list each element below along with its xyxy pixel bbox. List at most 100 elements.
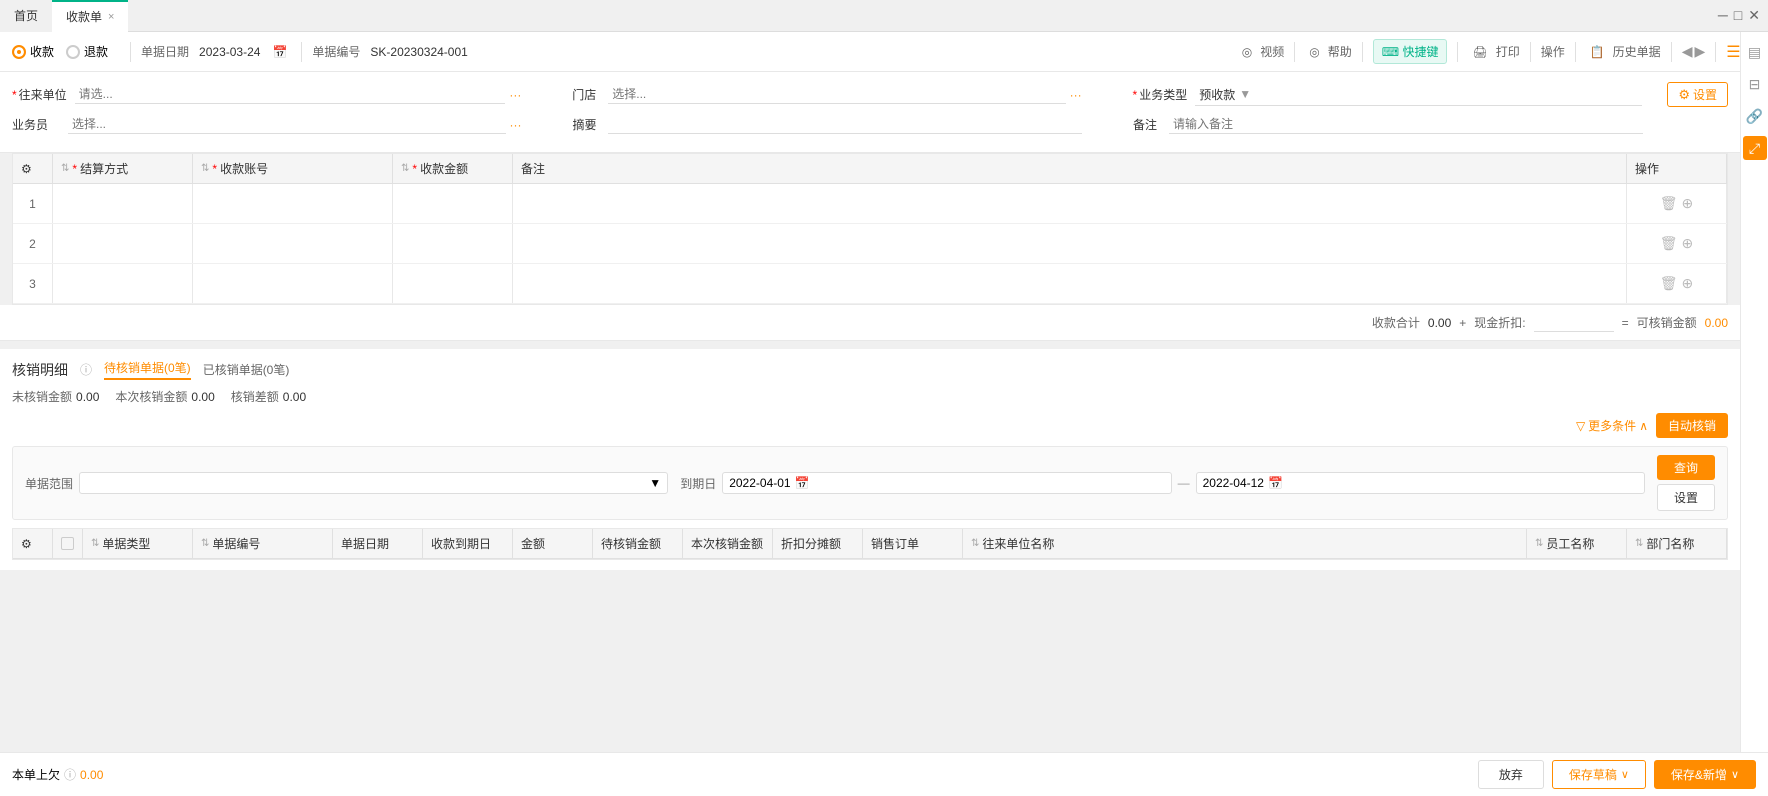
bth-settings[interactable]: ⚙: [13, 529, 53, 558]
row-3-num: 3: [13, 264, 53, 303]
row-2-copy-icon[interactable]: ⊕: [1682, 235, 1694, 252]
query-button[interactable]: 查询: [1657, 455, 1715, 480]
bill-range-select[interactable]: ▼: [79, 472, 668, 494]
save-draft-button[interactable]: 保存草稿 ∨: [1552, 760, 1646, 789]
tab-close-icon[interactable]: ×: [108, 1, 114, 33]
sidebar-link-icon[interactable]: 🔗: [1743, 104, 1767, 128]
verify-info-icon[interactable]: ⓘ: [80, 361, 92, 378]
divider-7: [1575, 42, 1576, 62]
partner-label: 往来单位: [19, 86, 75, 103]
row-1-settlement[interactable]: [53, 184, 193, 223]
bill-range-label: 单据范围: [25, 475, 73, 492]
staff-more-icon[interactable]: ···: [510, 118, 522, 132]
shop-input[interactable]: [608, 85, 1065, 104]
settings-button[interactable]: ⚙ 设置: [1667, 82, 1728, 107]
row-2-num: 2: [13, 224, 53, 263]
receipt-table: ⚙ ⇅ * 结算方式 ⇅ * 收款账号 ⇅ * 收款金额 备注 操作: [12, 153, 1728, 305]
receipt-radio[interactable]: 收款: [12, 43, 54, 60]
close-icon[interactable]: ✕: [1748, 7, 1760, 24]
tab-bar: 首页 收款单 × ─ □ ✕: [0, 0, 1768, 32]
th-settings[interactable]: ⚙: [13, 154, 53, 183]
save-new-label: 保存&新增: [1671, 766, 1727, 783]
prev-arrow[interactable]: ◀: [1682, 43, 1693, 60]
this-order-info-icon[interactable]: ⓘ: [64, 766, 76, 783]
minimize-icon[interactable]: ─: [1718, 7, 1728, 24]
history-icon[interactable]: 📋: [1586, 43, 1609, 61]
uncancelled-label: 未核销金额: [12, 388, 72, 405]
help-icon[interactable]: ◎: [1305, 43, 1323, 61]
row-1-delete-icon[interactable]: 🗑: [1660, 195, 1678, 212]
more-conditions-btn[interactable]: ▽ 更多条件 ∧: [1576, 417, 1648, 434]
diff-label: 核销差额: [231, 388, 279, 405]
row-2-amount[interactable]: [393, 224, 513, 263]
form-row-2: 业务员 ··· 摘要 备注: [12, 115, 1728, 134]
filter-icon: ▽: [1576, 419, 1585, 433]
row-3-delete-icon[interactable]: 🗑: [1660, 275, 1678, 292]
main-toolbar: 收款 退款 单据日期 2023-03-24 📅 单据编号 SK-20230324…: [0, 32, 1768, 72]
staff-input[interactable]: [68, 115, 506, 134]
row-3-remark[interactable]: [513, 264, 1627, 303]
row-3-amount[interactable]: [393, 264, 513, 303]
nav-arrows: ◀ ▶: [1682, 43, 1706, 60]
row-3-settlement[interactable]: [53, 264, 193, 303]
shortcut-btn[interactable]: ⌨ 快捷键: [1373, 39, 1448, 64]
calendar-to-icon: 📅: [1268, 476, 1283, 490]
refund-radio[interactable]: 退款: [66, 43, 108, 60]
date-label: 单据日期: [141, 43, 189, 60]
row-2-delete-icon[interactable]: 🗑: [1660, 235, 1678, 252]
row-1-remark[interactable]: [513, 184, 1627, 223]
divider-6: [1530, 42, 1531, 62]
tab-home[interactable]: 首页: [0, 0, 52, 32]
form-area: * 往来单位 ··· 门店 ··· * 业务类型 预收款 ▼: [0, 72, 1740, 153]
partner-input[interactable]: [75, 85, 506, 104]
biz-type-select[interactable]: 预收款 ▼: [1195, 84, 1642, 106]
bth-bill-type: ⇅ 单据类型: [83, 529, 193, 558]
shop-more-icon[interactable]: ···: [1070, 88, 1082, 102]
save-new-button[interactable]: 保存&新增 ∨: [1654, 760, 1756, 789]
print-icon[interactable]: 🖨: [1468, 43, 1491, 61]
row-2-remark[interactable]: [513, 224, 1627, 263]
summary-input[interactable]: [608, 115, 1082, 134]
pending-tab[interactable]: 待核销单据(0笔): [104, 359, 191, 380]
date-separator: —: [1178, 476, 1190, 490]
sidebar-list-icon[interactable]: ⊟: [1743, 72, 1767, 96]
row-1-amount[interactable]: [393, 184, 513, 223]
select-all-checkbox[interactable]: [61, 537, 74, 550]
row-3-account[interactable]: [193, 264, 393, 303]
row-2-account[interactable]: [193, 224, 393, 263]
shortcut-icon: ⌨: [1382, 45, 1399, 59]
verify-header: 核销明细 ⓘ 待核销单据(0笔) 已核销单据(0笔): [12, 359, 1728, 380]
sidebar-table-icon[interactable]: ▤: [1743, 40, 1767, 64]
filter-settings-button[interactable]: 设置: [1657, 484, 1715, 511]
current-cancel-label: 本次核销金额: [115, 388, 187, 405]
list-view-icon[interactable]: ☰: [1726, 42, 1740, 62]
abandon-button[interactable]: 放弃: [1478, 760, 1544, 789]
operation-label[interactable]: 操作: [1541, 43, 1565, 60]
summary-field: 摘要: [572, 115, 1082, 134]
current-cancel-value: 0.00: [191, 390, 214, 404]
row-1-copy-icon[interactable]: ⊕: [1682, 195, 1694, 212]
row-1-account[interactable]: [193, 184, 393, 223]
date-to-value: 2022-04-12: [1203, 476, 1264, 490]
footer: 本单上欠 ⓘ 0.00 放弃 保存草稿 ∨ 保存&新增 ∨: [0, 752, 1768, 796]
sidebar-expand-icon[interactable]: ⤢: [1743, 136, 1767, 160]
auto-verify-button[interactable]: 自动核销: [1656, 413, 1728, 438]
remark-input[interactable]: [1169, 115, 1643, 134]
discount-input[interactable]: [1534, 313, 1614, 332]
staff-field: 业务员 ···: [12, 115, 522, 134]
row-3-copy-icon[interactable]: ⊕: [1682, 275, 1694, 292]
row-2-settlement[interactable]: [53, 224, 193, 263]
date-to-input[interactable]: 2022-04-12 📅: [1196, 472, 1645, 494]
date-from-input[interactable]: 2022-04-01 📅: [722, 472, 1171, 494]
video-label: 视频: [1260, 43, 1284, 60]
maximize-icon[interactable]: □: [1734, 7, 1742, 24]
tab-current[interactable]: 收款单 ×: [52, 0, 128, 32]
verify-toolbar: ▽ 更多条件 ∧ 自动核销: [12, 413, 1728, 438]
main-content: * 往来单位 ··· 门店 ··· * 业务类型 预收款 ▼: [0, 72, 1740, 792]
date-picker-icon[interactable]: 📅: [268, 43, 291, 61]
verify-section: 核销明细 ⓘ 待核销单据(0笔) 已核销单据(0笔) 未核销金额 0.00 本次…: [0, 349, 1740, 570]
partner-more-icon[interactable]: ···: [509, 88, 521, 102]
done-tab[interactable]: 已核销单据(0笔): [203, 361, 290, 378]
next-arrow[interactable]: ▶: [1694, 43, 1705, 60]
video-icon[interactable]: ◎: [1238, 43, 1256, 61]
